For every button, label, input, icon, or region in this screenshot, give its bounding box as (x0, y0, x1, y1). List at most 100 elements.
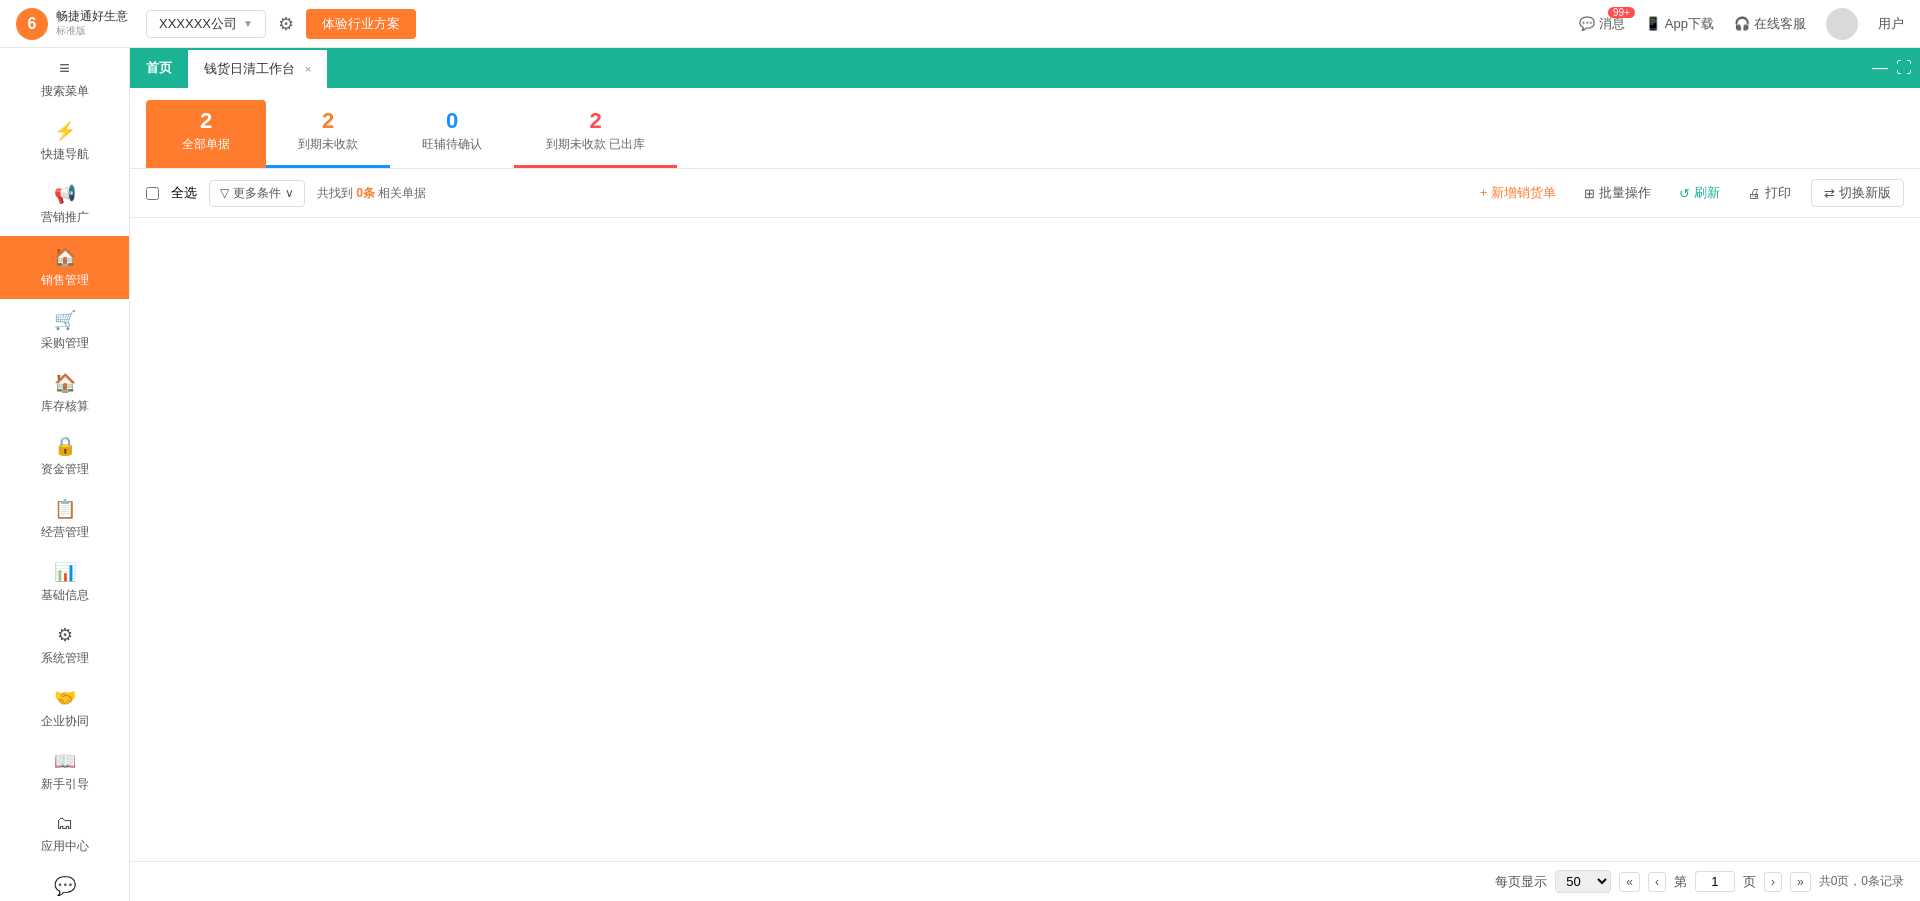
stats-label-all: 全部单据 (182, 136, 230, 153)
stats-num-pending: 0 (446, 108, 458, 134)
avatar[interactable] (1826, 8, 1858, 40)
print-button[interactable]: 🖨 打印 (1740, 180, 1799, 206)
marketing-icon: 📢 (54, 183, 76, 205)
company-selector[interactable]: XXXXXX公司 ▼ (146, 10, 266, 38)
sidebar-item-app-center[interactable]: 🗂 应用中心 (0, 803, 129, 865)
refresh-button[interactable]: ↺ 刷新 (1671, 180, 1728, 206)
sales-icon: 🏠 (54, 246, 76, 268)
batch-label: 批量操作 (1599, 184, 1651, 202)
refresh-label: 刷新 (1694, 184, 1720, 202)
tab-cashflow-label: 钱货日清工作台 (204, 60, 295, 78)
toolbar-right: + 新增销货单 ⊞ 批量操作 ↺ 刷新 🖨 打印 ⇄ (1472, 179, 1904, 207)
nav-tabs-right: — ⛶ (1872, 59, 1920, 77)
sidebar-item-system[interactable]: ⚙ 系统管理 (0, 614, 129, 677)
stats-tabs: 2 全部单据 2 到期未收款 0 旺辅待确认 2 到期未收款 已出库 (130, 88, 1920, 169)
sidebar-label-finance: 资金管理 (41, 461, 89, 478)
sidebar-label-enterprise: 企业协同 (41, 713, 89, 730)
sidebar-item-quick-nav[interactable]: ⚡ 快捷导航 (0, 110, 129, 173)
refresh-icon: ↺ (1679, 186, 1690, 201)
sidebar-label-inventory: 库存核算 (41, 398, 89, 415)
logo-sub: 标准版 (56, 24, 128, 38)
stats-tab-pending[interactable]: 0 旺辅待确认 (390, 100, 514, 168)
tab-cashflow[interactable]: 钱货日清工作台 × (188, 48, 327, 88)
select-all-checkbox[interactable] (146, 187, 159, 200)
first-page-button[interactable]: « (1619, 872, 1640, 892)
online-service-icon: 🎧 (1734, 16, 1750, 31)
current-page-input[interactable] (1695, 871, 1735, 892)
stats-tab-overdue-out[interactable]: 2 到期未收款 已出库 (514, 100, 677, 168)
sidebar-item-guide[interactable]: 📖 新手引导 (0, 740, 129, 803)
batch-icon: ⊞ (1584, 186, 1595, 201)
message-icon: 💬 (1579, 16, 1595, 31)
username-item[interactable]: 用户 (1878, 15, 1904, 33)
total-records-text: 共0页，0条记录 (1819, 873, 1904, 890)
sidebar-item-search-menu[interactable]: ≡ 搜索菜单 (0, 48, 129, 110)
found-suffix: 相关单据 (378, 186, 426, 200)
print-label: 打印 (1765, 184, 1791, 202)
sidebar-item-finance[interactable]: 🔒 资金管理 (0, 425, 129, 488)
tab-minimize-button[interactable]: — (1872, 59, 1888, 77)
sidebar-label-app-center: 应用中心 (41, 838, 89, 855)
top-bar: 6 畅捷通好生意 标准版 XXXXXX公司 ▼ ⚙ 体验行业方案 💬 消息 99… (0, 0, 1920, 48)
sidebar-item-sales[interactable]: 🏠 销售管理 (0, 236, 129, 299)
stats-label-overdue-out: 到期未收款 已出库 (546, 136, 645, 153)
sidebar-item-basic-info[interactable]: 📊 基础信息 (0, 551, 129, 614)
quick-nav-icon: ⚡ (54, 120, 76, 142)
sidebar-label-guide: 新手引导 (41, 776, 89, 793)
logo-area: 6 畅捷通好生意 标准版 (16, 8, 146, 40)
switch-label: 切换新版 (1839, 184, 1891, 202)
stats-tab-all[interactable]: 2 全部单据 (146, 100, 266, 168)
sidebar-label-quick-nav: 快捷导航 (41, 146, 89, 163)
tab-close-icon[interactable]: × (305, 63, 311, 75)
sidebar-label-purchase: 采购管理 (41, 335, 89, 352)
trial-button[interactable]: 体验行业方案 (306, 9, 416, 39)
app-download-item[interactable]: 📱 App下载 (1645, 15, 1714, 33)
stats-num-overdue: 2 (322, 108, 334, 134)
add-sale-order-button[interactable]: + 新增销货单 (1472, 180, 1564, 206)
top-right: 💬 消息 99+ 📱 App下载 🎧 在线客服 用户 (1579, 8, 1904, 40)
prev-page-button[interactable]: ‹ (1648, 872, 1666, 892)
tab-home[interactable]: 首页 (130, 48, 188, 88)
online-service-item[interactable]: 🎧 在线客服 (1734, 15, 1806, 33)
toolbar: 全选 ▽ 更多条件 ∨ 共找到 0条 相关单据 + 新增销货单 ⊞ 批量操作 (130, 169, 1920, 218)
app-download-label: App下载 (1665, 15, 1714, 33)
stats-num-all: 2 (200, 108, 212, 134)
enterprise-icon: 🤝 (54, 687, 76, 709)
settings-icon[interactable]: ⚙ (278, 13, 294, 35)
select-all-label: 全选 (171, 184, 197, 202)
next-page-button[interactable]: › (1764, 872, 1782, 892)
message-item[interactable]: 💬 消息 99+ (1579, 15, 1625, 33)
switch-version-button[interactable]: ⇄ 切换新版 (1811, 179, 1904, 207)
stats-tab-overdue[interactable]: 2 到期未收款 (266, 100, 390, 168)
company-name: XXXXXX公司 (159, 15, 237, 33)
content-area (130, 218, 1920, 861)
sidebar-item-purchase[interactable]: 🛒 采购管理 (0, 299, 129, 362)
found-count: 0条 (356, 186, 375, 200)
sidebar-label-sales: 销售管理 (41, 272, 89, 289)
sidebar-item-enterprise[interactable]: 🤝 企业协同 (0, 677, 129, 740)
sidebar-item-operations[interactable]: 📋 经营管理 (0, 488, 129, 551)
filter-button[interactable]: ▽ 更多条件 ∨ (209, 180, 305, 207)
sidebar-item-inventory[interactable]: 🏠 库存核算 (0, 362, 129, 425)
found-prefix: 共找到 (317, 186, 353, 200)
main-content: 首页 钱货日清工作台 × — ⛶ 2 全部单据 2 到期未收款 (130, 48, 1920, 901)
company-dropdown-arrow: ▼ (243, 18, 253, 29)
logo-text: 畅捷通好生意 (56, 9, 128, 25)
last-page-button[interactable]: » (1790, 872, 1811, 892)
batch-operation-button[interactable]: ⊞ 批量操作 (1576, 180, 1659, 206)
sidebar-label-search-menu: 搜索菜单 (41, 83, 89, 100)
pagination-bar: 每页显示 50 20 100 « ‹ 第 页 › » 共0页，0条记录 (130, 861, 1920, 901)
guide-icon: 📖 (54, 750, 76, 772)
page-suffix: 页 (1743, 873, 1756, 891)
sidebar-item-marketing[interactable]: 📢 营销推广 (0, 173, 129, 236)
per-page-label: 每页显示 (1495, 873, 1547, 891)
sidebar-label-basic-info: 基础信息 (41, 587, 89, 604)
sidebar-label-operations: 经营管理 (41, 524, 89, 541)
operations-icon: 📋 (54, 498, 76, 520)
tab-maximize-button[interactable]: ⛶ (1896, 59, 1912, 77)
page-label: 第 (1674, 873, 1687, 891)
per-page-select[interactable]: 50 20 100 (1555, 870, 1611, 893)
filter-icon: ▽ (220, 186, 229, 200)
stats-label-overdue: 到期未收款 (298, 136, 358, 153)
sidebar-item-wechat[interactable]: 💬 企业微信 (0, 865, 129, 901)
